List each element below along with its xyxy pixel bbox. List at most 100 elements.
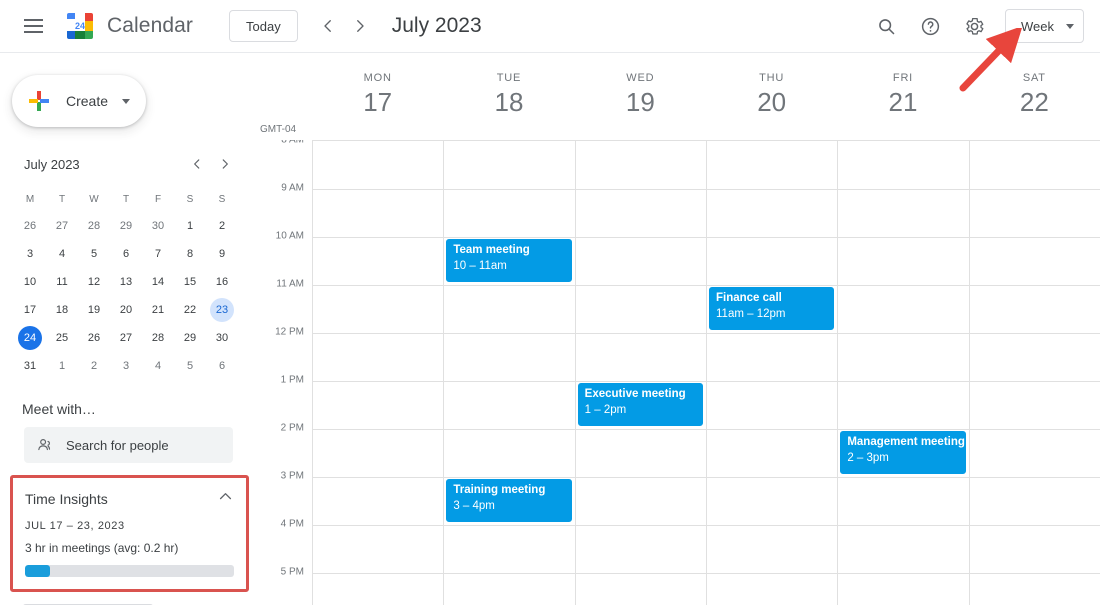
calendar-logo[interactable]: 24 Calendar bbox=[63, 9, 193, 43]
mini-calendar-day[interactable]: 6 bbox=[206, 353, 238, 379]
mini-calendar-day[interactable]: 29 bbox=[174, 325, 206, 351]
mini-calendar-day[interactable]: 1 bbox=[174, 213, 206, 239]
mini-calendar-day[interactable]: 5 bbox=[174, 353, 206, 379]
time-label: 12 PM bbox=[275, 326, 304, 338]
mini-calendar-day[interactable]: 23 bbox=[206, 297, 238, 323]
mini-calendar-next-button[interactable] bbox=[212, 151, 238, 177]
search-for-people-input[interactable]: Search for people bbox=[24, 427, 233, 463]
mini-calendar-day[interactable]: 30 bbox=[206, 325, 238, 351]
calendar-event[interactable]: Team meeting 10 – 11am bbox=[445, 238, 573, 283]
calendar-event-title: Management meeting bbox=[847, 436, 965, 448]
mini-calendar-day-number: 5 bbox=[186, 360, 194, 372]
mini-calendar-day[interactable]: 4 bbox=[142, 353, 174, 379]
help-button[interactable] bbox=[911, 7, 949, 45]
mini-calendar-day-number: 15 bbox=[183, 276, 197, 288]
mini-calendar-day[interactable]: 24 bbox=[14, 325, 46, 351]
mini-calendar-day-number: 5 bbox=[90, 248, 98, 260]
mini-calendar-day[interactable]: 28 bbox=[78, 213, 110, 239]
mini-calendar-day-number: 2 bbox=[90, 360, 98, 372]
mini-calendar-day[interactable]: 21 bbox=[142, 297, 174, 323]
calendar-event[interactable]: Executive meeting 1 – 2pm bbox=[576, 382, 704, 427]
mini-calendar-day[interactable]: 31 bbox=[14, 353, 46, 379]
day-header-tue[interactable]: TUE 18 bbox=[443, 53, 574, 140]
previous-period-button[interactable] bbox=[312, 10, 344, 42]
chevron-right-icon bbox=[356, 20, 364, 32]
day-header-sat[interactable]: SAT 22 bbox=[969, 53, 1100, 140]
mini-calendar-day[interactable]: 8 bbox=[174, 241, 206, 267]
mini-calendar-day[interactable]: 26 bbox=[78, 325, 110, 351]
mini-calendar-day[interactable]: 1 bbox=[46, 353, 78, 379]
mini-calendar-day[interactable]: 22 bbox=[174, 297, 206, 323]
calendar-day-header: GMT-04 MON 17 TUE 18 WED 19 THU 20 FRI 21 SAT 22 bbox=[256, 53, 1100, 140]
time-label: 8 AM bbox=[281, 140, 304, 146]
calendar-app: 24 Calendar Today July 2023 Week Create … bbox=[0, 0, 1100, 605]
mini-calendar-day[interactable]: 3 bbox=[110, 353, 142, 379]
mini-calendar-day-number: 8 bbox=[186, 248, 194, 260]
mini-calendar-day[interactable]: 2 bbox=[206, 213, 238, 239]
mini-calendar-day-number: 22 bbox=[183, 304, 197, 316]
time-label: 1 PM bbox=[280, 374, 304, 386]
time-label: 4 PM bbox=[280, 518, 304, 530]
mini-calendar-dow-1: T bbox=[58, 193, 66, 205]
mini-calendar-day[interactable]: 3 bbox=[14, 241, 46, 267]
mini-calendar-day[interactable]: 15 bbox=[174, 269, 206, 295]
mini-calendar-day[interactable]: 5 bbox=[78, 241, 110, 267]
mini-calendar-day-number: 3 bbox=[122, 360, 130, 372]
create-button[interactable]: Create bbox=[12, 75, 146, 127]
search-button[interactable] bbox=[867, 7, 905, 45]
mini-calendar-day[interactable]: 13 bbox=[110, 269, 142, 295]
day-header-wed[interactable]: WED 19 bbox=[575, 53, 706, 140]
mini-calendar-day-number: 6 bbox=[218, 360, 226, 372]
mini-calendar-day-number: 29 bbox=[183, 332, 197, 344]
plus-icon bbox=[26, 88, 52, 114]
mini-calendar-day[interactable]: 14 bbox=[142, 269, 174, 295]
mini-calendar-day-number: 19 bbox=[87, 304, 101, 316]
mini-calendar-day-number: 25 bbox=[55, 332, 69, 344]
day-header-number: 17 bbox=[363, 87, 393, 117]
mini-calendar-day[interactable]: 18 bbox=[46, 297, 78, 323]
mini-calendar-day[interactable]: 7 bbox=[142, 241, 174, 267]
search-for-people-placeholder: Search for people bbox=[66, 437, 169, 453]
mini-calendar-prev-button[interactable] bbox=[184, 151, 210, 177]
day-header-fri[interactable]: FRI 21 bbox=[837, 53, 968, 140]
view-selector[interactable]: Week bbox=[1005, 9, 1084, 43]
settings-button[interactable] bbox=[955, 7, 993, 45]
date-navigation bbox=[312, 10, 376, 42]
mini-calendar-day[interactable]: 4 bbox=[46, 241, 78, 267]
mini-calendar-day[interactable]: 27 bbox=[110, 325, 142, 351]
mini-calendar-day[interactable]: 11 bbox=[46, 269, 78, 295]
mini-calendar-day[interactable]: 20 bbox=[110, 297, 142, 323]
mini-calendar-day[interactable]: 10 bbox=[14, 269, 46, 295]
chevron-down-icon bbox=[1066, 23, 1074, 29]
mini-calendar-day[interactable]: 26 bbox=[14, 213, 46, 239]
mini-calendar-day[interactable]: 6 bbox=[110, 241, 142, 267]
mini-calendar-day[interactable]: 29 bbox=[110, 213, 142, 239]
mini-calendar-day[interactable]: 16 bbox=[206, 269, 238, 295]
calendar-event[interactable]: Training meeting 3 – 4pm bbox=[445, 478, 573, 523]
day-header-weekday: THU bbox=[759, 72, 785, 84]
mini-calendar-day[interactable]: 30 bbox=[142, 213, 174, 239]
mini-calendar-day[interactable]: 17 bbox=[14, 297, 46, 323]
calendar-event[interactable]: Management meeting 2 – 3pm bbox=[839, 430, 967, 475]
day-header-thu[interactable]: THU 20 bbox=[706, 53, 837, 140]
calendar-event[interactable]: Finance call 11am – 12pm bbox=[708, 286, 836, 331]
mini-calendar-day[interactable]: 25 bbox=[46, 325, 78, 351]
day-header-weekday: WED bbox=[626, 72, 655, 84]
mini-calendar-day-number: 1 bbox=[186, 220, 194, 232]
mini-calendar-day-number: 30 bbox=[215, 332, 229, 344]
mini-calendar-day-number: 23 bbox=[210, 298, 234, 322]
day-header-mon[interactable]: MON 17 bbox=[312, 53, 443, 140]
mini-calendar-day[interactable]: 12 bbox=[78, 269, 110, 295]
search-icon bbox=[878, 18, 894, 34]
next-period-button[interactable] bbox=[344, 10, 376, 42]
collapse-time-insights-button[interactable] bbox=[217, 488, 234, 510]
mini-calendar-day[interactable]: 2 bbox=[78, 353, 110, 379]
top-app-bar: 24 Calendar Today July 2023 Week bbox=[0, 0, 1100, 53]
today-button[interactable]: Today bbox=[229, 10, 298, 42]
mini-calendar-day[interactable]: 28 bbox=[142, 325, 174, 351]
mini-calendar-day[interactable]: 9 bbox=[206, 241, 238, 267]
mini-calendar-day[interactable]: 19 bbox=[78, 297, 110, 323]
mini-calendar-day[interactable]: 27 bbox=[46, 213, 78, 239]
day-header-number: 18 bbox=[494, 87, 524, 117]
hamburger-menu-icon[interactable] bbox=[18, 11, 48, 41]
